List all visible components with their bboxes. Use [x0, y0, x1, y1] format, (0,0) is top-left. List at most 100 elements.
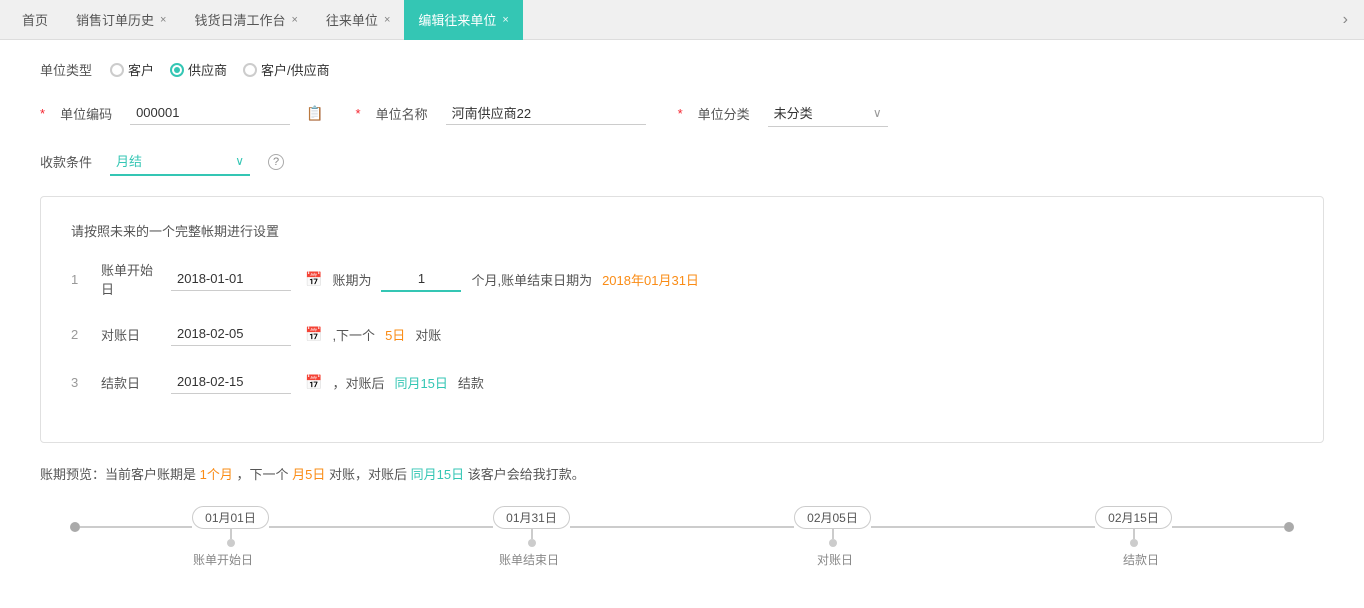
tl-dot-1: [227, 539, 235, 547]
period-label: 账期为: [332, 270, 371, 289]
payment-select[interactable]: 月结 ∨: [110, 147, 250, 176]
payment-help-icon[interactable]: ?: [268, 154, 284, 170]
preview-label: 账期预览：当前客户账期是: [40, 467, 196, 482]
unit-category-required: *: [678, 106, 683, 121]
payment-value: 月结: [116, 151, 231, 170]
unit-name-label: 单位名称: [376, 104, 428, 123]
radio-customer-circle: [110, 63, 124, 77]
setting-row-3: 3 结款日 📅 ，对账后 同月15日 结款: [71, 370, 1293, 394]
unit-name-input[interactable]: [446, 101, 646, 125]
tl-seg-1: [80, 526, 192, 528]
settings-box: 请按照未来的一个完整帐期进行设置 1 账单开始日 📅 账期为 个月,账单结束日期…: [40, 196, 1324, 443]
tab-home-label: 首页: [22, 10, 48, 29]
timeline-section: 01月01日 01月31日 02月05日 02月15日: [40, 506, 1324, 568]
tl-badge-4: 02月15日: [1095, 506, 1172, 529]
tl-badge-2: 01月31日: [493, 506, 570, 529]
preview-connector1: ，下一个: [237, 467, 289, 482]
unit-type-radio-group: 客户 供应商 客户/供应商: [110, 60, 330, 79]
tl-vert-2: [531, 529, 533, 539]
tab-partner-unit-label: 往来单位: [326, 10, 378, 29]
unit-category-value: 未分类: [774, 103, 869, 122]
setting-date-3[interactable]: [171, 370, 291, 394]
tab-cash-work-label: 钱货日清工作台: [194, 10, 285, 29]
preview-part2: 月5日: [292, 467, 325, 482]
tab-sales-history-label: 销售订单历史: [76, 10, 154, 29]
setting-num-1: 1: [71, 272, 91, 287]
payment-arrow: ∨: [235, 154, 244, 168]
tl-vert-1: [230, 529, 232, 539]
setting-row-1: 1 账单开始日 📅 账期为 个月,账单结束日期为 2018年01月31日: [71, 260, 1293, 298]
tl-badge-1: 01月01日: [192, 506, 269, 529]
tl-seg-2: [269, 526, 493, 528]
unit-code-icon[interactable]: 📋: [306, 105, 323, 122]
setting-num-2: 2: [71, 327, 91, 342]
radio-supplier-label: 供应商: [188, 60, 227, 79]
tab-sales-history[interactable]: 销售订单历史 ×: [62, 0, 180, 40]
row2-highlight: 5日: [385, 325, 405, 344]
row3-highlight: 同月15日: [394, 373, 447, 392]
tl-name-3: 对账日: [817, 551, 853, 568]
tab-home[interactable]: 首页: [8, 0, 62, 40]
tab-partner-unit-close[interactable]: ×: [384, 14, 390, 26]
tl-seg-4: [871, 526, 1095, 528]
tl-badge-3: 02月05日: [794, 506, 871, 529]
tab-partner-unit[interactable]: 往来单位 ×: [312, 0, 404, 40]
setting-cal-2[interactable]: 📅: [305, 326, 322, 343]
unit-code-label: 单位编码: [60, 104, 112, 123]
setting-date-1[interactable]: [171, 267, 291, 291]
row3-suffix: 结款: [458, 373, 484, 392]
tab-cash-work[interactable]: 钱货日清工作台 ×: [180, 0, 311, 40]
tl-name-4: 结款日: [1123, 551, 1159, 568]
preview-part1: 1个月: [200, 467, 233, 482]
setting-type-1: 账单开始日: [101, 260, 161, 298]
preview-suffix: 该客户会给我打款。: [468, 467, 585, 482]
row2-prefix: ,下一个: [332, 325, 375, 344]
setting-cal-1[interactable]: 📅: [305, 271, 322, 288]
radio-supplier-circle: [170, 63, 184, 77]
setting-date-2[interactable]: [171, 322, 291, 346]
tl-vert-3: [832, 529, 834, 539]
payment-row: 收款条件 月结 ∨ ?: [40, 147, 1324, 176]
end-date: 2018年01月31日: [602, 270, 699, 289]
tab-sales-history-close[interactable]: ×: [160, 14, 166, 26]
preview-bar: 账期预览：当前客户账期是 1个月 ，下一个 月5日 对账，对账后 同月15日 该…: [40, 463, 1324, 486]
setting-type-2: 对账日: [101, 325, 161, 344]
unit-code-input[interactable]: [130, 101, 290, 125]
unit-type-label: 单位类型: [40, 60, 92, 79]
tl-node-1: 01月01日: [192, 506, 269, 547]
unit-info-row: * 单位编码 📋 * 单位名称 * 单位分类 未分类 ∨: [40, 99, 1324, 127]
settings-title: 请按照未来的一个完整帐期进行设置: [71, 221, 1293, 240]
radio-both-circle: [243, 63, 257, 77]
period-input[interactable]: [381, 267, 461, 292]
payment-label: 收款条件: [40, 152, 92, 171]
tl-dot-4: [1130, 539, 1138, 547]
tab-bar: 首页 销售订单历史 × 钱货日清工作台 × 往来单位 × 编辑往来单位 × ›: [0, 0, 1364, 40]
setting-row-2: 2 对账日 📅 ,下一个 5日 对账: [71, 322, 1293, 346]
timeline-labels-row: 账单开始日 账单结束日 对账日 结款日: [50, 551, 1314, 568]
tl-dot-2: [528, 539, 536, 547]
tl-seg-3: [570, 526, 794, 528]
unit-category-select[interactable]: 未分类 ∨: [768, 99, 888, 127]
unit-code-required: *: [40, 106, 45, 121]
page-content: 单位类型 客户 供应商 客户/供应商 * 单位编码 📋 * 单位名称 * 单位分…: [0, 40, 1364, 608]
tl-node-2: 01月31日: [493, 506, 570, 547]
radio-customer[interactable]: 客户: [110, 60, 154, 79]
unit-name-required: *: [356, 106, 361, 121]
tab-cash-work-close[interactable]: ×: [291, 14, 297, 26]
unit-category-arrow: ∨: [873, 106, 882, 120]
tl-dot-end: [1284, 522, 1294, 532]
radio-both-label: 客户/供应商: [261, 60, 330, 79]
row2-suffix: 对账: [415, 325, 441, 344]
radio-supplier[interactable]: 供应商: [170, 60, 227, 79]
unit-type-row: 单位类型 客户 供应商 客户/供应商: [40, 60, 1324, 79]
radio-both[interactable]: 客户/供应商: [243, 60, 330, 79]
tl-node-4: 02月15日: [1095, 506, 1172, 547]
tl-vert-4: [1133, 529, 1135, 539]
timeline-line-row: 01月01日 01月31日 02月05日 02月15日: [50, 506, 1314, 547]
tab-more-button[interactable]: ›: [1335, 11, 1356, 29]
tab-edit-partner-close[interactable]: ×: [502, 14, 508, 26]
setting-cal-3[interactable]: 📅: [305, 374, 322, 391]
tab-edit-partner-label: 编辑往来单位: [418, 10, 496, 29]
row3-prefix: ，对账后: [332, 373, 384, 392]
tab-edit-partner[interactable]: 编辑往来单位 ×: [404, 0, 522, 40]
